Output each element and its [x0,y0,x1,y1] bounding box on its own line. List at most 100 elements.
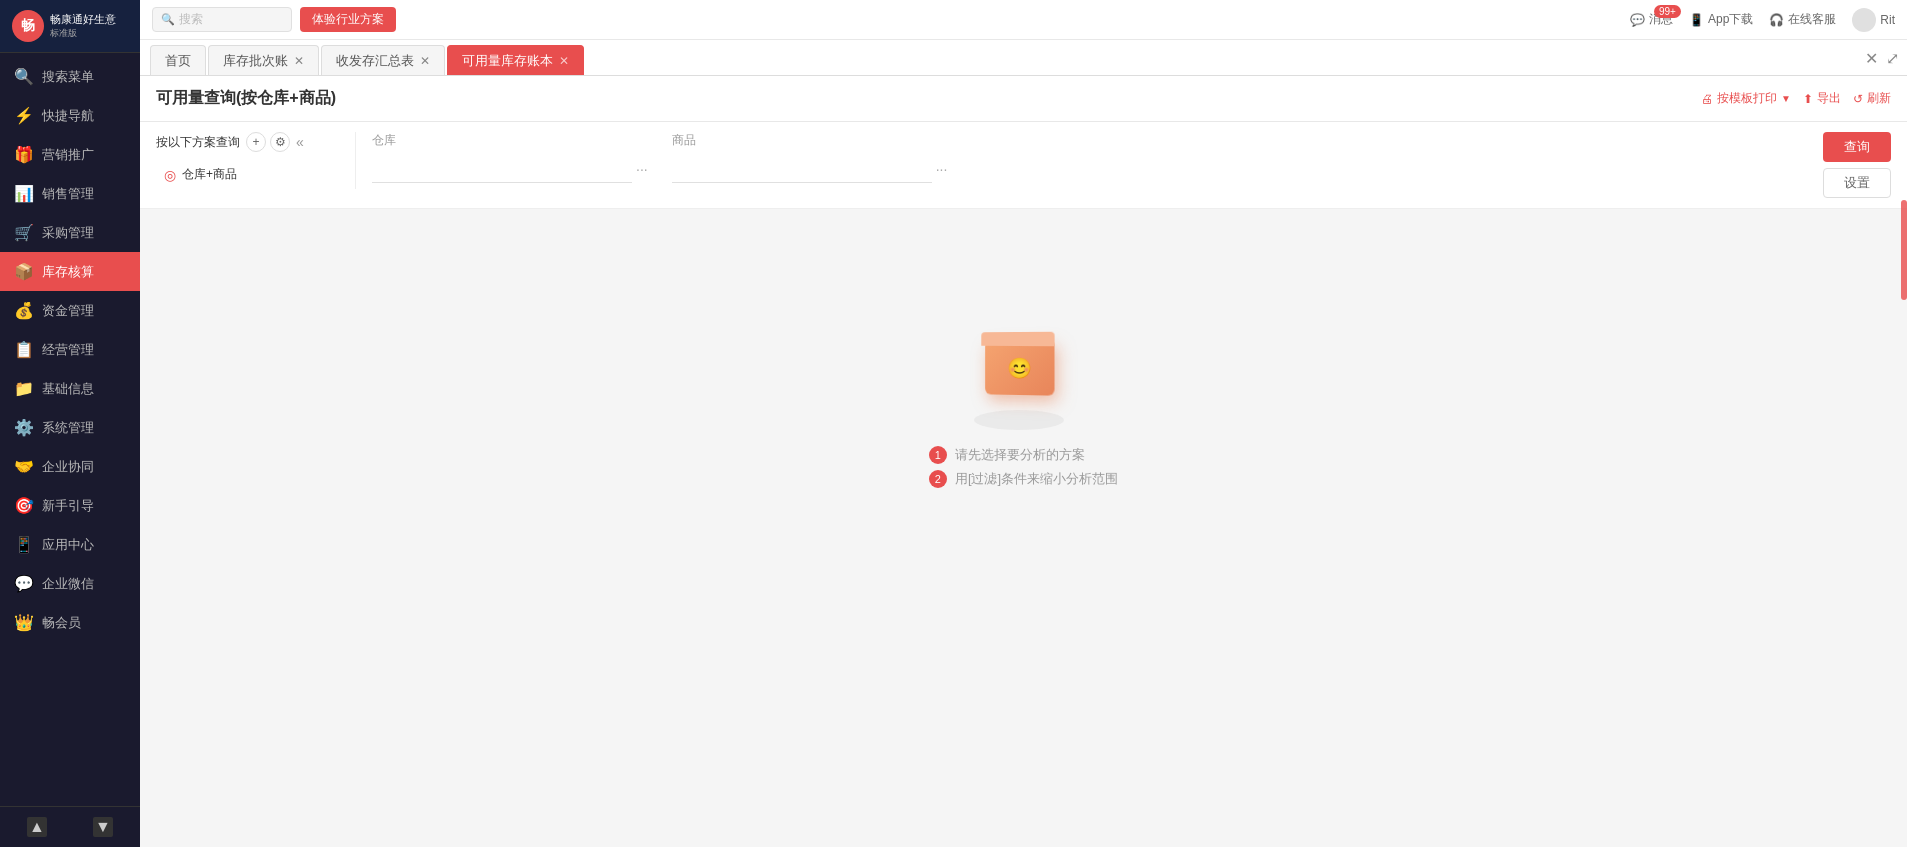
sidebar-item-basic[interactable]: 📁 基础信息 [0,369,140,408]
sidebar-item-newbie[interactable]: 🎯 新手引导 [0,486,140,525]
export-btn[interactable]: ⬆ 导出 [1803,90,1841,107]
sidebar-item-inventory[interactable]: 📦 库存核算 [0,252,140,291]
message-btn[interactable]: 💬 消息 99+ [1630,11,1673,28]
filter-warehouse-label: 仓库 [372,132,648,149]
sidebar-item-label-appcenter: 应用中心 [42,536,94,554]
sidebar-item-finance[interactable]: 💰 资金管理 [0,291,140,330]
tab-close-collect_account[interactable]: ✕ [420,54,430,68]
app-download-icon: 📱 [1689,13,1704,27]
page-header: 可用量查询(按仓库+商品) 🖨 按模板打印 ▼ ⬆ 导出 ↺ 刷新 [140,76,1907,122]
tab-collect_account[interactable]: 收发存汇总表 ✕ [321,45,445,75]
topbar-right: 💬 消息 99+ 📱 App下载 🎧 在线客服 Rit [1630,8,1895,32]
sidebar-item-label-shortcut: 快捷导航 [42,107,94,125]
empty-box-body: 😊 [985,339,1054,395]
page-content: 可用量查询(按仓库+商品) 🖨 按模板打印 ▼ ⬆ 导出 ↺ 刷新 [140,76,1907,847]
product-more-btn[interactable]: ··· [936,161,948,177]
sidebar: 畅 畅康通好生意 标准版 🔍 搜索菜单 ⚡ 快捷导航 🎁 营销推广 📊 销售管理… [0,0,140,847]
purchase-icon: 🛒 [14,223,34,242]
tabbar: 首页库存批次账✕ 收发存汇总表 ✕ 可用量库存账本 ✕ ✕ ⤢ [140,40,1907,76]
scheme-settings-btn[interactable]: ⚙ [270,132,290,152]
tab-home[interactable]: 首页 [150,45,206,75]
print-template-label: 按模板打印 [1717,90,1777,107]
sidebar-item-system[interactable]: ⚙️ 系统管理 [0,408,140,447]
wechat-icon: 💬 [14,574,34,593]
query-buttons: 查询 设置 [1815,132,1891,198]
sidebar-item-member[interactable]: 👑 畅会员 [0,603,140,642]
search-icon: 🔍 [161,13,175,26]
shortcut-icon: ⚡ [14,106,34,125]
industry-btn[interactable]: 体验行业方案 [300,7,396,32]
sidebar-item-marketing[interactable]: 🎁 营销推广 [0,135,140,174]
add-scheme-btn[interactable]: + [246,132,266,152]
scheme-warehouse-product[interactable]: ◎ 仓库+商品 [156,160,343,189]
print-icon: 🖨 [1701,92,1713,106]
hint-text-1: 请先选择要分析的方案 [955,446,1085,464]
sidebar-item-shortcut[interactable]: ⚡ 快捷导航 [0,96,140,135]
print-template-btn[interactable]: 🖨 按模板打印 ▼ [1701,90,1791,107]
tab-expand-btn[interactable]: ⤢ [1886,48,1899,67]
sidebar-item-appcenter[interactable]: 📱 应用中心 [0,525,140,564]
export-icon: ⬆ [1803,92,1813,106]
app-download-label: App下载 [1708,11,1753,28]
message-badge: 99+ [1654,5,1681,18]
hint-text-2: 用[过滤]条件来缩小分析范围 [955,470,1118,488]
filter-conditions: 仓库 ··· 商品 ··· [356,132,1815,183]
filter-warehouse-group: 仓库 ··· [372,132,648,183]
filter-scheme-icons: + ⚙ [246,132,290,152]
sidebar-item-sales[interactable]: 📊 销售管理 [0,174,140,213]
warehouse-more-btn[interactable]: ··· [636,161,648,177]
refresh-btn[interactable]: ↺ 刷新 [1853,90,1891,107]
filter-product-label: 商品 [672,132,948,149]
search-placeholder: 搜索 [179,11,203,28]
filter-warehouse-input[interactable] [372,155,632,183]
empty-hint-list: 1 请先选择要分析的方案 2 用[过滤]条件来缩小分析范围 [929,446,1118,488]
tab-batch_account[interactable]: 库存批次账✕ [208,45,319,75]
app-download-btn[interactable]: 📱 App下载 [1689,11,1753,28]
filter-scheme-header: 按以下方案查询 + ⚙ « [156,132,343,152]
empty-hint-2: 2 用[过滤]条件来缩小分析范围 [929,470,1118,488]
sidebar-scroll-down[interactable]: ▼ [93,817,113,837]
search-icon: 🔍 [14,67,34,86]
sidebar-item-search[interactable]: 🔍 搜索菜单 [0,57,140,96]
tab-close-available_ledger[interactable]: ✕ [559,54,569,68]
sidebar-item-wechat[interactable]: 💬 企业微信 [0,564,140,603]
enterprise-icon: 🤝 [14,457,34,476]
query-btn[interactable]: 查询 [1823,132,1891,162]
tab-available_ledger[interactable]: 可用量库存账本 ✕ [447,45,584,75]
print-dropdown-icon[interactable]: ▼ [1781,93,1791,104]
topbar: 🔍 搜索 体验行业方案 💬 消息 99+ 📱 App下载 🎧 在线客服 Rit [140,0,1907,40]
scheme-collapse-btn[interactable]: « [296,134,304,150]
sidebar-item-label-inventory: 库存核算 [42,263,94,281]
sidebar-logo: 畅 畅康通好生意 标准版 [0,0,140,53]
sidebar-item-enterprise[interactable]: 🤝 企业协同 [0,447,140,486]
page-actions: 🖨 按模板打印 ▼ ⬆ 导出 ↺ 刷新 [1701,90,1891,107]
sidebar-item-label-basic: 基础信息 [42,380,94,398]
hint-num-2: 2 [929,470,947,488]
sidebar-item-label-sales: 销售管理 [42,185,94,203]
system-icon: ⚙️ [14,418,34,437]
tab-label-available_ledger: 可用量库存账本 [462,52,553,70]
operations-icon: 📋 [14,340,34,359]
logo-text: 畅康通好生意 [50,12,116,26]
tab-close-btn[interactable]: ✕ [1865,48,1878,67]
sidebar-item-purchase[interactable]: 🛒 采购管理 [0,213,140,252]
online-service-btn[interactable]: 🎧 在线客服 [1769,11,1836,28]
tab-close-batch_account[interactable]: ✕ [294,54,304,68]
refresh-label: 刷新 [1867,90,1891,107]
sidebar-scroll-up[interactable]: ▲ [27,817,47,837]
right-scrollbar[interactable] [1901,200,1907,300]
filter-product-input[interactable] [672,155,932,183]
sidebar-item-label-purchase: 采购管理 [42,224,94,242]
refresh-icon: ↺ [1853,92,1863,106]
sidebar-item-label-wechat: 企业微信 [42,575,94,593]
sidebar-item-operations[interactable]: 📋 经营管理 [0,330,140,369]
finance-icon: 💰 [14,301,34,320]
user-menu[interactable]: Rit [1852,8,1895,32]
tab-controls: ✕ ⤢ [1865,48,1899,67]
basic-icon: 📁 [14,379,34,398]
export-label: 导出 [1817,90,1841,107]
filter-settings-btn[interactable]: 设置 [1823,168,1891,198]
empty-illustration: 😊 [964,330,1084,430]
tab-label-collect_account: 收发存汇总表 [336,52,414,70]
logo-icon: 畅 [12,10,44,42]
